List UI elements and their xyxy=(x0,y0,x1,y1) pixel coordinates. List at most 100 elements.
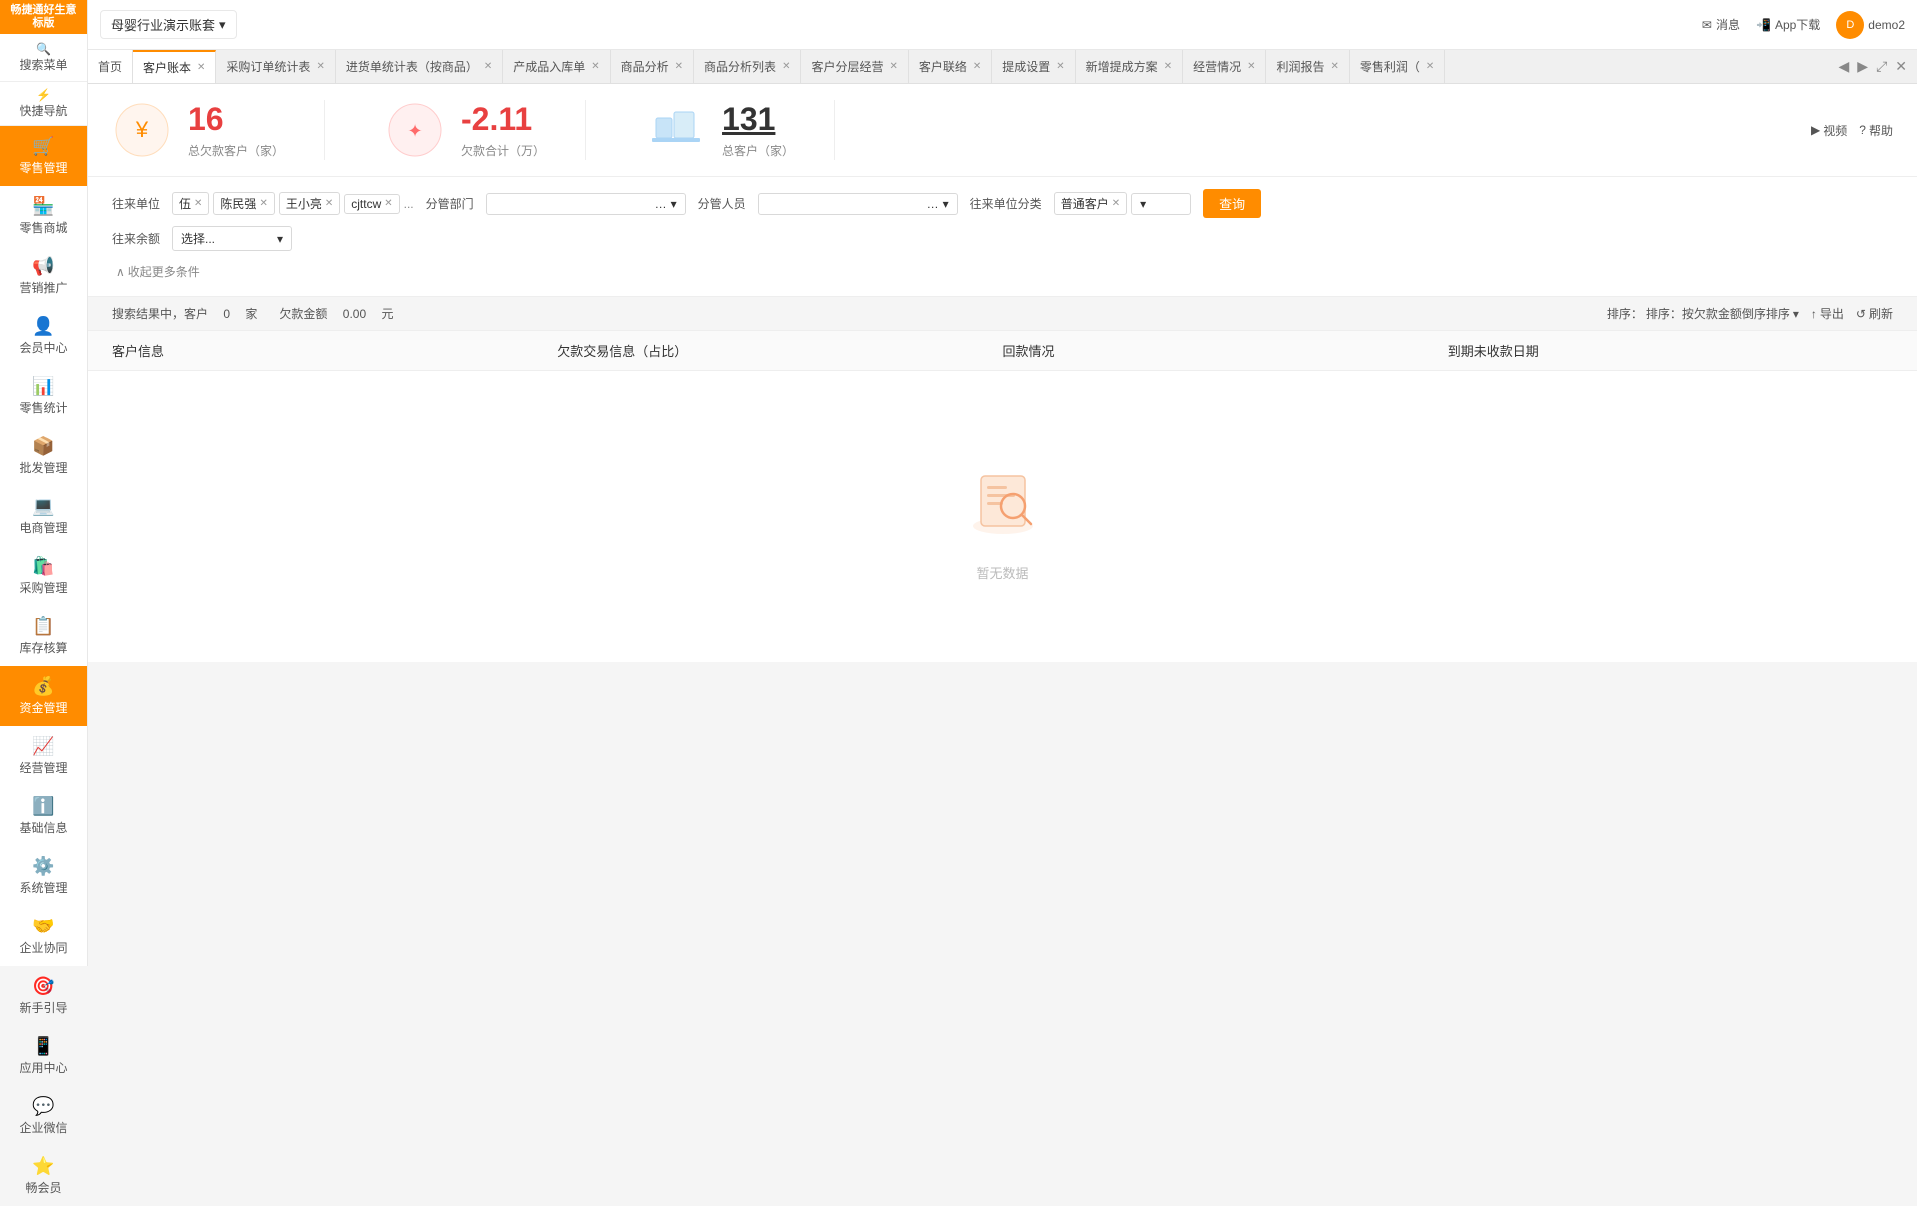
tab-retail-profit[interactable]: 零售利润（ ✕ xyxy=(1350,50,1445,84)
filter-tag-unit-4-close[interactable]: ✕ xyxy=(384,198,392,209)
tab-new-improve[interactable]: 新增提成方案 ✕ xyxy=(1076,50,1183,84)
sidebar-item-retail[interactable]: 🛒 零售管理 xyxy=(0,126,87,186)
tab-customer-layer[interactable]: 客户分层经营 ✕ xyxy=(801,50,908,84)
tab-goods-in-stats[interactable]: 进货单统计表（按商品） ✕ xyxy=(336,50,503,84)
results-info: 搜索结果中，客户 0 家 欠款金额 0.00 元 xyxy=(112,305,418,322)
query-button[interactable]: 查询 xyxy=(1203,189,1261,218)
sidebar-item-wholesale[interactable]: 📦 批发管理 xyxy=(0,426,87,486)
tab-improve-settings[interactable]: 提成设置 ✕ xyxy=(992,50,1075,84)
filter-tag-unit-2-close[interactable]: ✕ xyxy=(259,198,267,209)
tab-goods-analysis[interactable]: 商品分析 ✕ xyxy=(611,50,694,84)
tab-customer-layer-close[interactable]: ✕ xyxy=(889,61,897,72)
filter-row-2: 往来余额 选择... ▾ xyxy=(112,226,1893,251)
tab-improve-settings-label: 提成设置 xyxy=(1002,58,1050,75)
sidebar-item-marketing[interactable]: 📢 营销推广 xyxy=(0,246,87,306)
filter-unit-class-tags: 普通客户 ✕ ▾ xyxy=(1054,192,1191,215)
filter-tag-unit-1[interactable]: 伍 ✕ xyxy=(172,192,209,215)
sidebar-item-ecommerce[interactable]: 💻 电商管理 xyxy=(0,486,87,546)
filter-unit-more[interactable]: ... xyxy=(404,197,414,211)
filter-tag-unit-3-close[interactable]: ✕ xyxy=(325,198,333,209)
help-icon: ? xyxy=(1859,123,1866,137)
store-selector[interactable]: 母婴行业演示账套 ▾ xyxy=(100,10,237,39)
tab-scroll-left[interactable]: ◀ xyxy=(1837,56,1852,77)
tab-goods-analysis-list[interactable]: 商品分析列表 ✕ xyxy=(694,50,801,84)
tab-operation-status-close[interactable]: ✕ xyxy=(1247,61,1255,72)
tab-improve-settings-close[interactable]: ✕ xyxy=(1056,61,1064,72)
filter-tag-unit-class-1-close[interactable]: ✕ xyxy=(1112,198,1120,209)
tab-customer-account[interactable]: 客户账本 ✕ xyxy=(133,50,216,84)
tab-profit-report-close[interactable]: ✕ xyxy=(1331,61,1339,72)
filter-tag-unit-3[interactable]: 王小亮 ✕ xyxy=(279,192,340,215)
filter-tag-unit-2[interactable]: 陈民强 ✕ xyxy=(213,192,274,215)
sidebar-item-search[interactable]: 🔍 搜索菜单 xyxy=(0,34,87,82)
sidebar-item-enterprise-collab[interactable]: 🤝 企业协同 xyxy=(0,906,87,966)
filter-person-select[interactable]: … ▾ xyxy=(758,193,958,215)
export-icon: ↑ xyxy=(1811,307,1817,321)
tab-scroll-right[interactable]: ▶ xyxy=(1855,56,1870,77)
tab-operation-status[interactable]: 经营情况 ✕ xyxy=(1183,50,1266,84)
tab-customer-contact-close[interactable]: ✕ xyxy=(973,61,981,72)
tab-profit-report[interactable]: 利润报告 ✕ xyxy=(1266,50,1349,84)
sidebar-item-system[interactable]: ⚙️ 系统管理 xyxy=(0,846,87,906)
stat-number-total-customers: 131 xyxy=(722,101,794,138)
sidebar-retail-stats-label: 零售统计 xyxy=(4,399,83,416)
sidebar-item-member[interactable]: 👤 会员中心 xyxy=(0,306,87,366)
sidebar-item-retail-stats[interactable]: 📊 零售统计 xyxy=(0,366,87,426)
ecommerce-icon: 💻 xyxy=(4,496,83,517)
sidebar-item-operation[interactable]: 📈 经营管理 xyxy=(0,726,87,786)
col-header-repay: 回款情况 xyxy=(1003,341,1448,360)
tab-cost-in-close[interactable]: ✕ xyxy=(591,61,599,72)
sidebar-item-retail-mall[interactable]: 🏪 零售商城 xyxy=(0,186,87,246)
filter-tag-unit-1-close[interactable]: ✕ xyxy=(194,198,202,209)
filter-balance-select[interactable]: 选择... ▾ xyxy=(172,226,292,251)
tab-cost-in[interactable]: 产成品入库单 ✕ xyxy=(503,50,610,84)
retail-icon: 🛒 xyxy=(4,136,83,157)
filter-unit-class-dropdown[interactable]: ▾ xyxy=(1131,193,1191,215)
sidebar-item-basic-info[interactable]: ℹ️ 基础信息 xyxy=(0,786,87,846)
filter-dept-label: 分管部门 xyxy=(426,195,474,212)
collapse-button[interactable]: ∧ 收起更多条件 xyxy=(112,259,1893,284)
tab-home[interactable]: 首页 xyxy=(88,50,133,84)
tab-purchase-order[interactable]: 采购订单统计表 ✕ xyxy=(216,50,335,84)
filter-unit-tags: 伍 ✕ 陈民强 ✕ 王小亮 ✕ cjttcw ✕ xyxy=(172,192,414,215)
finance-icon: 💰 xyxy=(4,676,83,697)
sidebar-item-new-guide[interactable]: 🎯 新手引导 xyxy=(0,966,87,1026)
retail-stats-icon: 📊 xyxy=(4,376,83,397)
tab-new-improve-close[interactable]: ✕ xyxy=(1164,61,1172,72)
tab-goods-analysis-list-close[interactable]: ✕ xyxy=(782,61,790,72)
results-debt-unit: 元 xyxy=(381,307,393,321)
sidebar-item-quick-nav[interactable]: ⚡ 快捷导航 xyxy=(0,82,87,126)
tab-goods-analysis-close[interactable]: ✕ xyxy=(675,61,683,72)
app-download-button[interactable]: 📲 App下载 xyxy=(1756,16,1820,33)
sidebar-item-purchase[interactable]: 🛍️ 采购管理 xyxy=(0,546,87,606)
message-button[interactable]: ✉ 消息 xyxy=(1702,16,1740,33)
wholesale-icon: 📦 xyxy=(4,436,83,457)
sidebar-retail-mall-label: 零售商城 xyxy=(4,219,83,236)
filter-dept-select[interactable]: … ▾ xyxy=(486,193,686,215)
tab-close-all[interactable]: ✕ xyxy=(1893,56,1909,77)
tab-purchase-order-close[interactable]: ✕ xyxy=(316,61,324,72)
user-avatar-area[interactable]: D demo2 xyxy=(1836,11,1905,39)
stat-icon-debt-customers: ¥ xyxy=(112,100,172,160)
refresh-button[interactable]: ↺ 刷新 xyxy=(1856,305,1893,322)
sort-select[interactable]: 排序： 排序：按欠款金额倒序排序 ▾ xyxy=(1607,305,1799,322)
doc-help-link[interactable]: ? 帮助 xyxy=(1859,122,1893,139)
basic-info-icon: ℹ️ xyxy=(4,796,83,817)
tab-goods-in-stats-close[interactable]: ✕ xyxy=(484,61,492,72)
sidebar-item-app-center[interactable]: 📱 应用中心 xyxy=(0,1026,87,1086)
tab-fullscreen[interactable]: ⤢ xyxy=(1874,56,1889,77)
sidebar-item-inventory[interactable]: 📋 库存核算 xyxy=(0,606,87,666)
filter-tag-unit-class-1[interactable]: 普通客户 ✕ xyxy=(1054,192,1127,215)
filter-tag-unit-4[interactable]: cjttcw ✕ xyxy=(344,194,399,214)
export-button[interactable]: ↑ 导出 xyxy=(1811,305,1844,322)
results-search-count: 0 xyxy=(223,307,230,321)
sidebar-item-enterprise-wechat[interactable]: 💬 企业微信 xyxy=(0,1086,87,1146)
tab-retail-profit-close[interactable]: ✕ xyxy=(1426,61,1434,72)
tab-customer-account-close[interactable]: ✕ xyxy=(197,62,205,73)
sidebar-enterprise-wechat-label: 企业微信 xyxy=(4,1119,83,1136)
video-help-link[interactable]: ▶ 视频 xyxy=(1811,122,1847,139)
sidebar-item-member-vip[interactable]: ⭐ 畅会员 xyxy=(0,1146,87,1206)
sidebar-item-finance[interactable]: 💰 资金管理 xyxy=(0,666,87,726)
tab-controls: ◀ ▶ ⤢ ✕ xyxy=(1829,56,1917,77)
tab-customer-contact[interactable]: 客户联络 ✕ xyxy=(909,50,992,84)
